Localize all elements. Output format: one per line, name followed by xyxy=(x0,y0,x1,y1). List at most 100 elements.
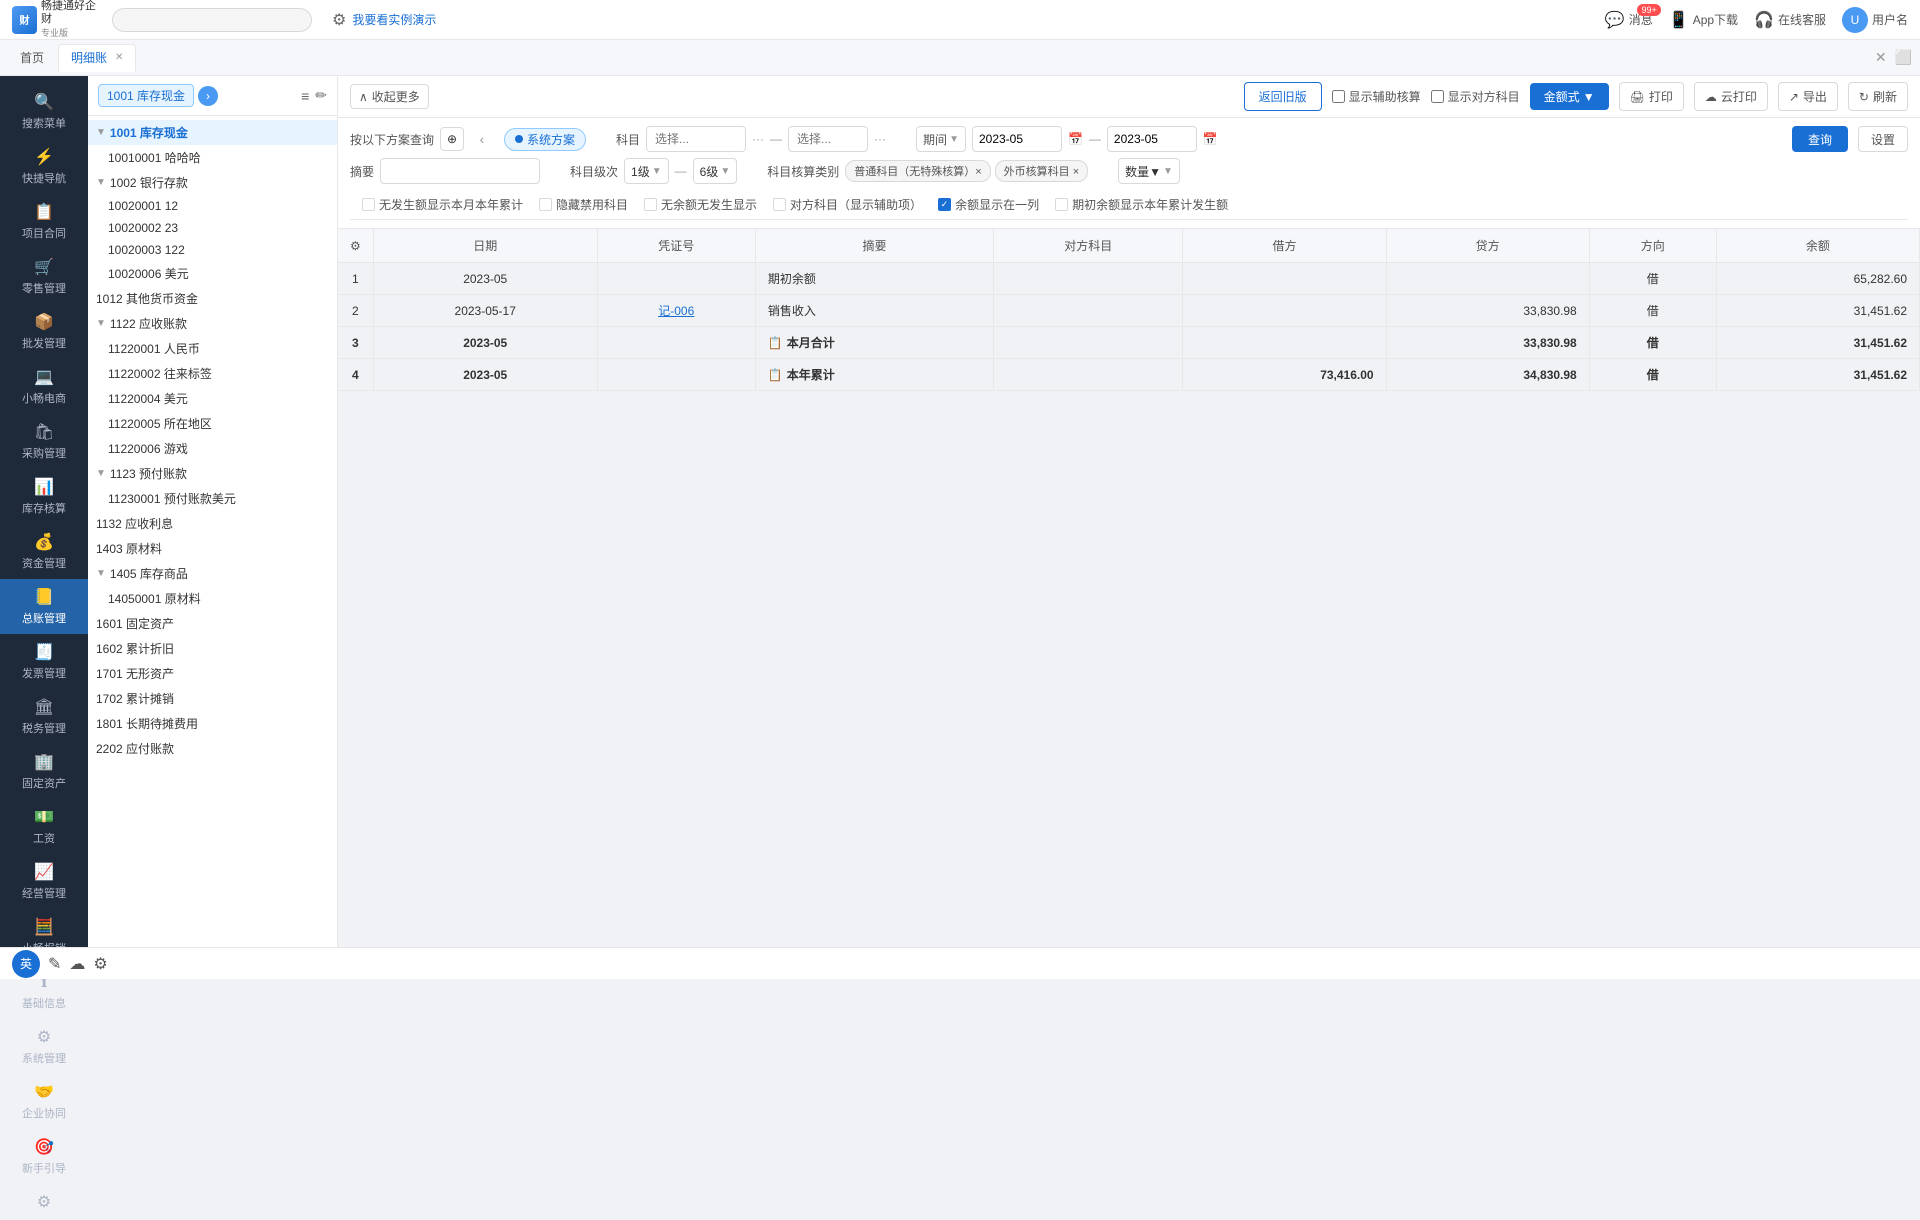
sidebar-item-asset[interactable]: 🏢 固定资产 xyxy=(0,744,88,799)
account-item-1801[interactable]: 1801 长期待摊费用 xyxy=(88,711,337,736)
expand-1001[interactable]: ▼ xyxy=(96,127,106,138)
show-contra-checkbox[interactable] xyxy=(1431,90,1444,103)
settings-tree-icon[interactable]: ✏ xyxy=(315,87,327,104)
check-balance-col[interactable]: ✓ 余额显示在一列 xyxy=(938,196,1039,213)
refresh-btn[interactable]: ↻ 刷新 xyxy=(1848,82,1908,111)
bottom-action-3[interactable]: ☁ xyxy=(69,954,85,974)
account-item-14050001[interactable]: 14050001 原材料 xyxy=(88,586,337,611)
account-item-10020003[interactable]: 10020003 122 xyxy=(88,239,337,261)
sidebar-item-inventory[interactable]: 📊 库存核算 xyxy=(0,469,88,524)
subject-input[interactable] xyxy=(646,126,746,152)
account-item-11230001[interactable]: 11230001 预付账款美元 xyxy=(88,486,337,511)
account-item-1012[interactable]: 1012 其他货币资金 xyxy=(88,286,337,311)
sidebar-item-payroll[interactable]: 💵 工资 xyxy=(0,799,88,854)
show-aux-checkbox[interactable] xyxy=(1332,90,1345,103)
filter-config-btn[interactable]: ⊕ xyxy=(440,127,464,151)
level-end-select[interactable]: 6级 ▼ xyxy=(693,158,738,184)
account-item-10010001[interactable]: 10010001 哈哈哈 xyxy=(88,145,337,170)
check-hide-disabled[interactable]: 隐藏禁用科目 xyxy=(539,196,628,213)
account-item-11220004[interactable]: 11220004 美元 xyxy=(88,386,337,411)
subject-end-more-icon[interactable]: ··· xyxy=(874,132,886,146)
account-item-1403[interactable]: 1403 原材料 xyxy=(88,536,337,561)
sidebar-item-ledger[interactable]: 📒 总账管理 xyxy=(0,579,88,634)
period-end-calendar-icon[interactable]: 📅 xyxy=(1203,132,1218,146)
expand-more-btn[interactable]: ∧ 收起更多 xyxy=(350,84,429,109)
global-search[interactable] xyxy=(112,8,312,32)
online-service-action[interactable]: 🎧 在线客服 xyxy=(1754,10,1826,30)
sidebar-item-guide[interactable]: 🎯 新手引导 xyxy=(0,1129,88,1184)
account-item-10020001[interactable]: 10020001 12 xyxy=(88,195,337,217)
check-hide-disabled-box[interactable] xyxy=(539,198,552,211)
summary-input[interactable] xyxy=(380,158,540,184)
check-no-balance[interactable]: 无发生额显示本月本年累计 xyxy=(362,196,523,213)
sidebar-item-collab[interactable]: 🤝 企业协同 xyxy=(0,1074,88,1129)
period-start-input[interactable] xyxy=(972,126,1062,152)
account-item-1132[interactable]: 1132 应收利息 xyxy=(88,511,337,536)
account-item-11220002[interactable]: 11220002 往来标签 xyxy=(88,361,337,386)
export-btn[interactable]: ↗ 导出 xyxy=(1778,82,1838,111)
bottom-translate-btn[interactable]: 英 xyxy=(12,950,40,978)
account-item-1602[interactable]: 1602 累计折旧 xyxy=(88,636,337,661)
quantity-select[interactable]: 数量▼ ▼ xyxy=(1118,158,1180,184)
return-old-btn[interactable]: 返回旧版 xyxy=(1244,82,1322,111)
account-item-1702[interactable]: 1702 累计摊销 xyxy=(88,686,337,711)
sidebar-item-purchase[interactable]: 🛍 采购管理 xyxy=(0,414,88,469)
bottom-action-4[interactable]: ⚙ xyxy=(93,954,107,974)
account-item-1002[interactable]: ▼ 1002 银行存款 xyxy=(88,170,337,195)
account-item-11220001[interactable]: 11220001 人民币 xyxy=(88,336,337,361)
collapse-tree-icon[interactable]: ≡ xyxy=(301,88,309,104)
expand-1002[interactable]: ▼ xyxy=(96,177,106,188)
check-opening-balance[interactable]: 期初余额显示本年累计发生额 xyxy=(1055,196,1228,213)
sidebar-item-finance[interactable]: 💰 资金管理 xyxy=(0,524,88,579)
account-item-11220006[interactable]: 11220006 游戏 xyxy=(88,436,337,461)
settings-icon[interactable]: ⚙ xyxy=(332,10,346,30)
account-item-2202[interactable]: 2202 应付账款 xyxy=(88,736,337,761)
check-no-amount[interactable]: 无余额无发生显示 xyxy=(644,196,757,213)
tab-ledger[interactable]: 明细账 ✕ xyxy=(58,44,136,72)
cloud-print-btn[interactable]: ☁ 云打印 xyxy=(1694,82,1768,111)
subject-more-icon[interactable]: ··· xyxy=(752,132,764,146)
show-contra-check[interactable]: 显示对方科目 xyxy=(1431,88,1520,105)
expand-1122[interactable]: ▼ xyxy=(96,318,106,329)
collapse-arrow-btn[interactable]: ‹ xyxy=(470,127,494,151)
show-aux-check[interactable]: 显示辅助核算 xyxy=(1332,88,1421,105)
period-calendar-icon[interactable]: 📅 xyxy=(1068,132,1083,146)
account-item-1601[interactable]: 1601 固定资产 xyxy=(88,611,337,636)
account-item-1122[interactable]: ▼ 1122 应收账款 xyxy=(88,311,337,336)
subject-type-tag-2[interactable]: 外币核算科目 × xyxy=(995,160,1088,182)
subject-type-tag-1[interactable]: 普通科目（无特殊核算）× xyxy=(845,160,990,182)
account-item-10020002[interactable]: 10020002 23 xyxy=(88,217,337,239)
account-nav-arrow[interactable]: › xyxy=(198,86,218,106)
system-scheme-tag[interactable]: 系统方案 xyxy=(504,128,586,151)
sidebar-item-tax[interactable]: 🏛 税务管理 xyxy=(0,689,88,744)
check-no-balance-box[interactable] xyxy=(362,198,375,211)
account-item-1405[interactable]: ▼ 1405 库存商品 xyxy=(88,561,337,586)
account-item-1123[interactable]: ▼ 1123 预付账款 xyxy=(88,461,337,486)
query-btn[interactable]: 查询 xyxy=(1792,126,1848,152)
level-start-select[interactable]: 1级 ▼ xyxy=(624,158,669,184)
currency-btn[interactable]: 金额式 ▼ xyxy=(1530,83,1609,110)
check-contra-display-box[interactable] xyxy=(773,198,786,211)
maximize-btn[interactable]: ⬜ xyxy=(1895,49,1912,66)
tab-home[interactable]: 首页 xyxy=(8,44,56,72)
th-gear[interactable]: ⚙ xyxy=(338,229,373,263)
app-download-action[interactable]: 📱 App下载 xyxy=(1669,10,1738,30)
sidebar-settings[interactable]: ⚙ xyxy=(0,1184,88,1220)
close-btn[interactable]: ✕ xyxy=(1875,49,1887,66)
tab-close-icon[interactable]: ✕ xyxy=(115,52,123,63)
account-item-1701[interactable]: 1701 无形资产 xyxy=(88,661,337,686)
expand-1123[interactable]: ▼ xyxy=(96,468,106,479)
sidebar-item-quick-nav[interactable]: ⚡ 快捷导航 xyxy=(0,139,88,194)
check-opening-balance-box[interactable] xyxy=(1055,198,1068,211)
demo-text[interactable]: 我要看实例演示 xyxy=(352,11,436,28)
sidebar-item-project[interactable]: 📋 项目合同 xyxy=(0,194,88,249)
check-contra-display[interactable]: 对方科目（显示辅助项） xyxy=(773,196,922,213)
search-input[interactable] xyxy=(112,8,312,32)
account-item-10020006[interactable]: 10020006 美元 xyxy=(88,261,337,286)
period-end-input[interactable] xyxy=(1107,126,1197,152)
subject-end-input[interactable] xyxy=(788,126,868,152)
setting-btn[interactable]: 设置 xyxy=(1858,126,1908,152)
check-balance-col-box[interactable]: ✓ xyxy=(938,198,951,211)
period-select[interactable]: 期间 ▼ xyxy=(916,126,966,152)
bottom-action-2[interactable]: ✎ xyxy=(48,954,61,974)
